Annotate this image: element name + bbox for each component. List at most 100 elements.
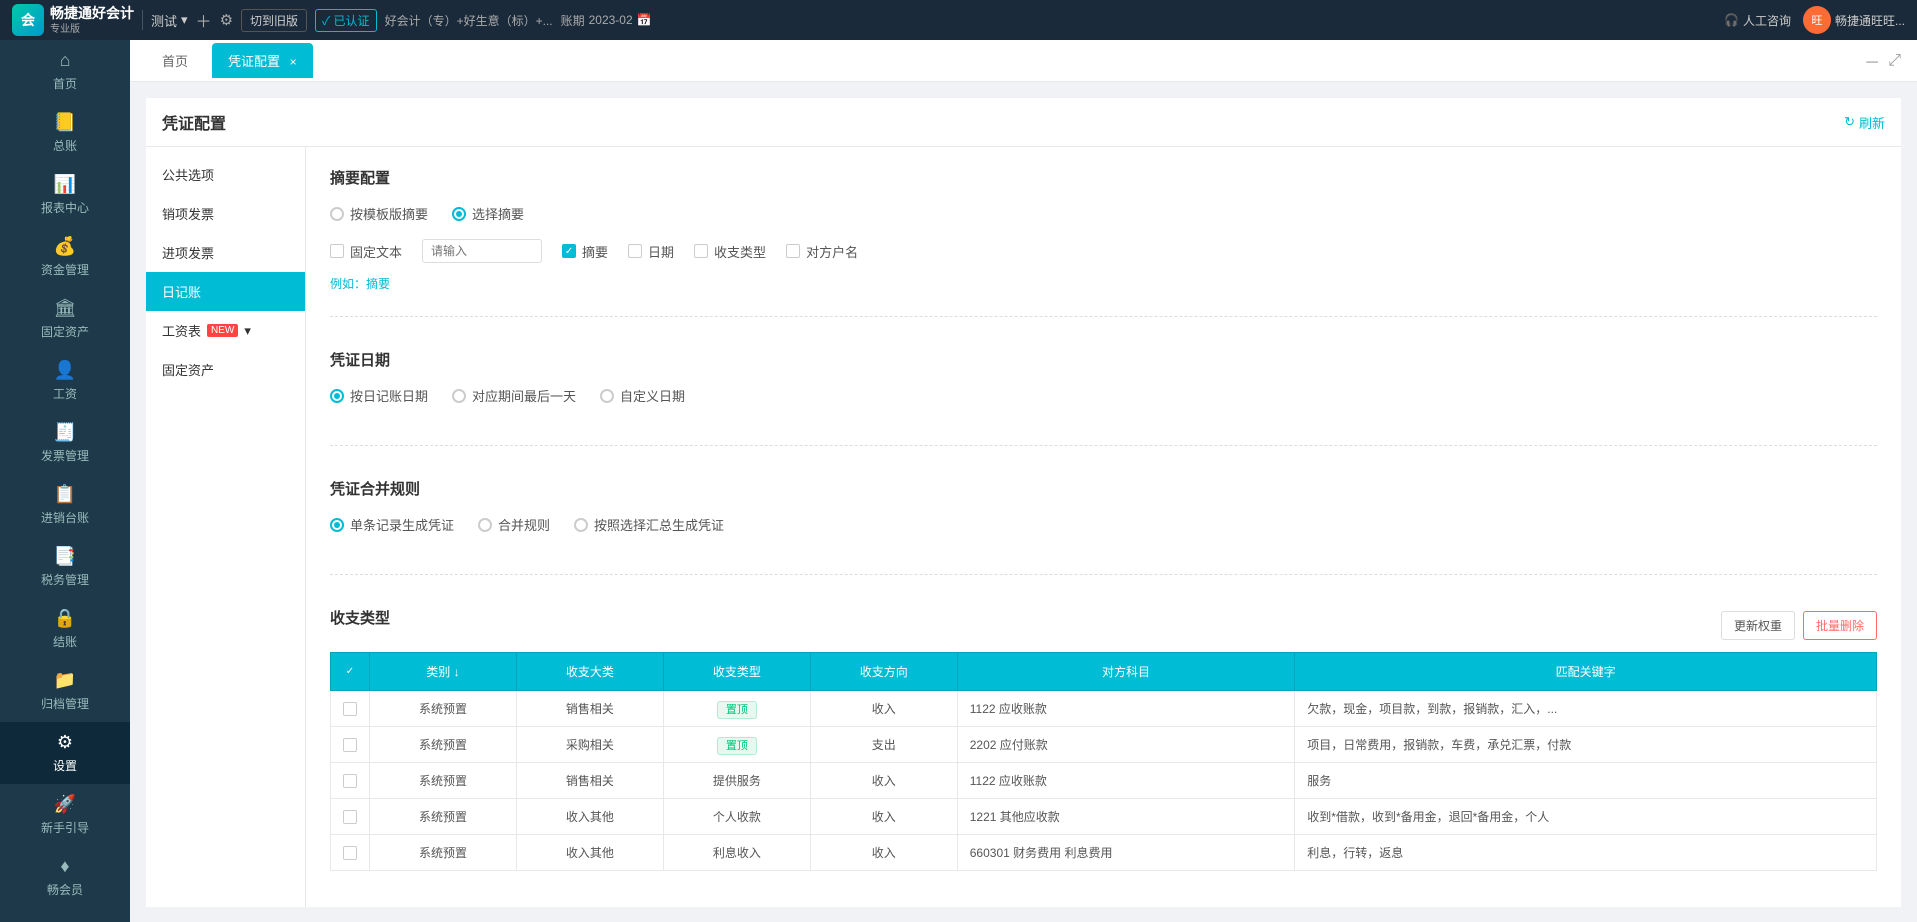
sidebar-item-member[interactable]: ♦ 畅会员 [0,846,130,908]
row-checkbox-2[interactable] [331,763,370,799]
fund-icon: 💰 [54,236,76,257]
company-selector[interactable]: 测试 ▾ [151,11,188,30]
tab-actions: － ⤢ [1864,49,1901,73]
sidebar-item-closing[interactable]: 🔒 结账 [0,598,130,660]
ie-section-title: 收支类型 [330,607,390,628]
config-sidebar-sales[interactable]: 销项发票 [146,194,305,233]
config-sidebar-purchase[interactable]: 进项发票 [146,233,305,272]
period-label: 账期 [561,12,585,29]
row-account-2: 1122 应收账款 [957,763,1295,799]
tab-voucher-config[interactable]: 凭证配置 × [212,43,313,78]
config-sidebar-fixed-assets-label: 固定资产 [162,360,214,379]
row-cb-1[interactable] [343,738,357,752]
config-sidebar-fixed-assets[interactable]: 固定资产 [146,350,305,389]
table-row: 系统预置 收入其他 个人收款 收入 1221 其他应收款 收到*借款，收到*备用… [331,799,1877,835]
row-checkbox-3[interactable] [331,799,370,835]
row-category-1: 系统预置 [370,727,517,763]
radio-template-summary[interactable]: 按模板版摘要 [330,204,428,223]
sidebar-item-fund[interactable]: 💰 资金管理 [0,226,130,288]
radio-choose-label: 选择摘要 [472,204,524,223]
row-major-3: 收入其他 [516,799,663,835]
config-sidebar-journal-label: 日记账 [162,282,201,301]
tab-minimize-btn[interactable]: － [1864,49,1880,73]
config-sidebar-public[interactable]: 公共选项 [146,155,305,194]
checkbox-counterparty[interactable]: 对方户名 [786,242,858,261]
row-type-4: 利息收入 [663,835,810,871]
config-sidebar: 公共选项 销项发票 进项发票 日记账 工资表 NEW [146,147,306,907]
checkbox-fixed-text[interactable]: 固定文本 [330,242,402,261]
row-direction-0: 收入 [810,691,957,727]
row-keywords-4: 利息，行转，返息 [1295,835,1877,871]
th-checkbox[interactable]: ✓ [331,653,370,691]
example-text: 例如：摘要 [330,275,1877,292]
sidebar-label-home: 首页 [53,75,77,92]
row-type-1: 置顶 [663,727,810,763]
sidebar-label-settings: 设置 [53,757,77,774]
radio-custom-date[interactable]: 自定义日期 [600,386,685,405]
th-direction: 收支方向 [810,653,957,691]
radio-single-voucher[interactable]: 单条记录生成凭证 [330,515,454,534]
purchase-sales-icon: 📋 [54,484,76,505]
summary-radio-group: 按模板版摘要 选择摘要 [330,204,1877,223]
row-type-2: 提供服务 [663,763,810,799]
sidebar-label-tax: 税务管理 [41,571,89,588]
row-cb-4[interactable] [343,846,357,860]
radio-merge-rule[interactable]: 合并规则 [478,515,550,534]
row-cb-0[interactable] [343,702,357,716]
sidebar-item-assets[interactable]: 🏛 固定资产 [0,288,130,350]
settings-btn[interactable]: ⚙ [220,11,233,29]
radio-template-circle [330,207,344,221]
summary-checkbox-row: 固定文本 ✓ 摘要 日期 [330,239,1877,263]
logo-icon: 会 [12,4,44,36]
refresh-btn[interactable]: ↻ 刷新 [1844,113,1885,132]
sidebar-item-reports[interactable]: 📊 报表中心 [0,164,130,226]
checkbox-type[interactable]: 收支类型 [694,242,766,261]
reports-icon: 📊 [54,174,76,195]
tab-close-btn[interactable]: × [290,55,297,69]
tab-maximize-btn[interactable]: ⤢ [1888,49,1901,73]
checkbox-summary[interactable]: ✓ 摘要 [562,242,608,261]
sidebar-item-home[interactable]: ⌂ 首页 [0,40,130,102]
sidebar-item-purchase-sales[interactable]: 📋 进销台账 [0,474,130,536]
switch-version-btn[interactable]: 切到旧版 [241,9,307,32]
row-checkbox-1[interactable] [331,727,370,763]
radio-total-voucher[interactable]: 按照选择汇总生成凭证 [574,515,724,534]
sidebar-item-ledger[interactable]: 📒 总账 [0,102,130,164]
row-keywords-0: 欠款，现金，项目款，到款，报销款，汇入，... [1295,691,1877,727]
row-cb-2[interactable] [343,774,357,788]
config-sidebar-payroll[interactable]: 工资表 NEW ▾ [146,311,305,350]
help-btn[interactable]: 🎧 人工咨询 [1724,12,1791,29]
row-checkbox-0[interactable] [331,691,370,727]
fixed-text-input[interactable] [422,239,542,263]
config-sidebar-journal[interactable]: 日记账 [146,272,305,311]
radio-journal-date-circle [330,389,344,403]
radio-total-label: 按照选择汇总生成凭证 [594,515,724,534]
company-name: 测试 [151,11,177,30]
user-menu[interactable]: 旺 畅捷通旺旺... [1803,6,1905,34]
sidebar-item-invoice[interactable]: 🧾 发票管理 [0,412,130,474]
radio-journal-date[interactable]: 按日记账日期 [330,386,428,405]
logo-sub: 专业版 [50,23,134,36]
avatar: 旺 [1803,6,1831,34]
sidebar-item-archive[interactable]: 📁 归档管理 [0,660,130,722]
tab-home[interactable]: 首页 [146,43,204,78]
sidebar-item-payroll[interactable]: 👤 工资 [0,350,130,412]
add-btn[interactable]: ＋ [196,8,212,32]
batch-delete-btn[interactable]: 批量删除 [1803,611,1877,640]
sidebar-item-guide[interactable]: 🚀 新手引导 [0,784,130,846]
sidebar-item-tax[interactable]: 📑 税务管理 [0,536,130,598]
sidebar-label-payroll: 工资 [53,385,77,402]
th-type: 收支类型 [663,653,810,691]
checkbox-date[interactable]: 日期 [628,242,674,261]
radio-period-last[interactable]: 对应期间最后一天 [452,386,576,405]
radio-choose-summary[interactable]: 选择摘要 [452,204,524,223]
row-category-0: 系统预置 [370,691,517,727]
row-cb-3[interactable] [343,810,357,824]
select-all-checkbox[interactable]: ✓ [343,665,357,679]
sidebar-item-settings[interactable]: ⚙ 设置 [0,722,130,784]
tax-icon: 📑 [54,546,76,567]
calendar-icon[interactable]: 📅 [637,13,652,27]
row-checkbox-4[interactable] [331,835,370,871]
update-weight-btn[interactable]: 更新权重 [1721,611,1795,640]
row-account-4: 660301 财务费用 利息费用 [957,835,1295,871]
